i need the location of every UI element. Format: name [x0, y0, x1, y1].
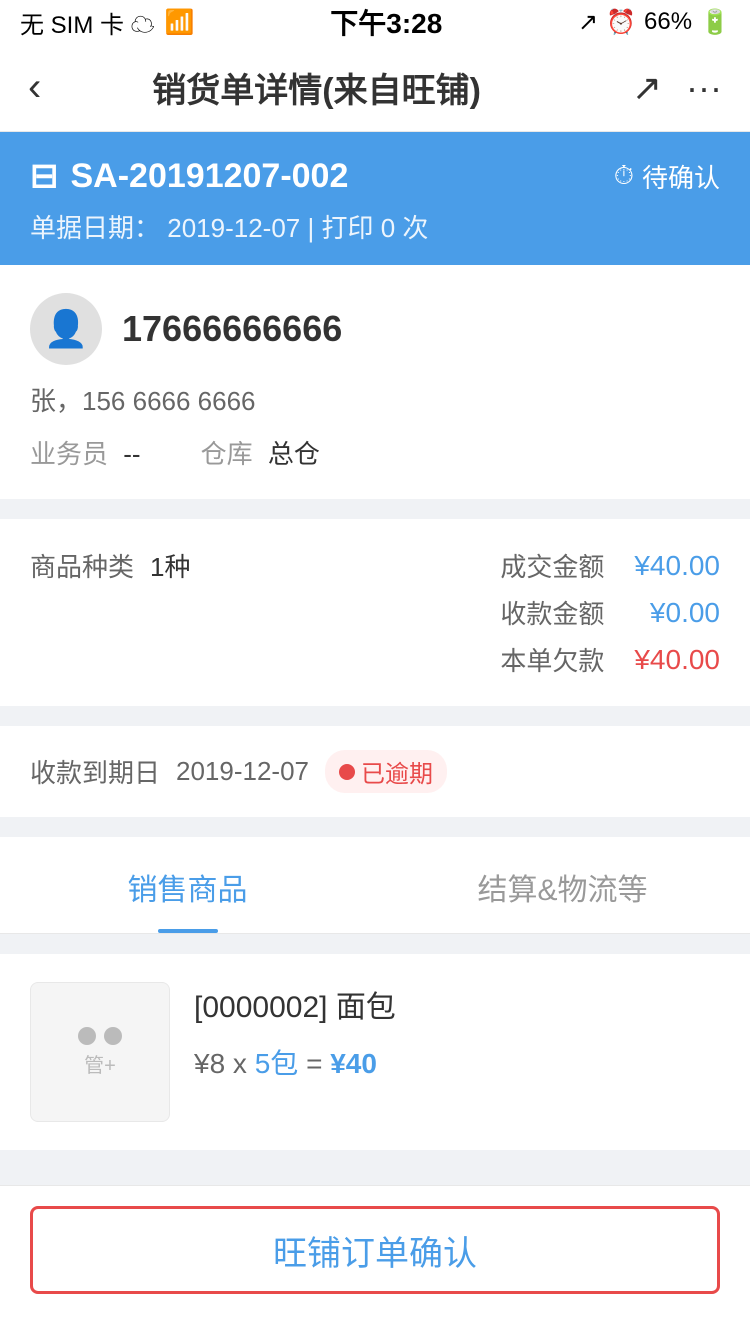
customer-sub: 张，156 6666 6666	[30, 381, 720, 418]
received-value: ¥0.00	[650, 597, 720, 629]
product-qty: 5包	[255, 1048, 299, 1079]
status-bar-right: ↗ ⏰ 66% 🔋	[578, 8, 730, 37]
salesman-item: 业务员 --	[30, 434, 141, 471]
product-thumbnail: 管+	[30, 982, 170, 1122]
battery-label: 66%	[644, 8, 692, 36]
product-price: ¥8 x 5包 = ¥40	[194, 1042, 720, 1082]
summary-section: 商品种类 1种 成交金额 ¥40.00 收款金额 ¥0.00 本单欠款 ¥40.…	[0, 519, 750, 706]
order-date: 单据日期： 2019-12-07 | 打印 0 次	[30, 208, 720, 245]
overdue-badge: 已逾期	[325, 750, 447, 793]
owl-plus-icon: 管+	[84, 1049, 116, 1078]
due-date-label: 收款到期日	[30, 753, 160, 790]
tab-settlement[interactable]: 结算&物流等	[375, 837, 750, 933]
share-button[interactable]: ↗	[632, 67, 662, 109]
salesman-value: --	[123, 439, 140, 469]
owl-logo: 管+	[78, 1027, 122, 1078]
owed-row: 本单欠款 ¥40.00	[500, 641, 720, 678]
tab-sales-label: 销售商品	[128, 874, 248, 907]
product-type-label: 商品种类	[30, 547, 134, 584]
product-name-text: 面包	[336, 991, 396, 1024]
received-label: 收款金额	[500, 594, 604, 631]
salesman-label: 业务员	[30, 439, 108, 469]
order-id-text: SA-20191207-002	[71, 157, 349, 196]
product-name: [0000002] 面包	[194, 982, 720, 1026]
customer-phone: 17666666666	[122, 308, 342, 350]
status-bar-time: 下午3:28	[330, 2, 442, 42]
order-status: ⏱ 待确认	[614, 158, 720, 195]
amount-value: ¥40.00	[634, 550, 720, 582]
product-code: [0000002]	[194, 991, 327, 1024]
no-sim-label: 无 SIM 卡 ☁	[20, 5, 155, 40]
warehouse-item: 仓库 总仓	[201, 434, 320, 471]
due-date-value: 2019-12-07	[176, 756, 309, 787]
owl-eye-left	[78, 1027, 96, 1045]
wifi-icon: 📶	[165, 8, 195, 37]
order-header: ⊟ SA-20191207-002 ⏱ 待确认 单据日期： 2019-12-07…	[0, 132, 750, 265]
battery-icon: 🔋	[700, 8, 730, 37]
tabs-header: 销售商品 结算&物流等	[0, 837, 750, 934]
overdue-text: 已逾期	[361, 754, 433, 789]
price-label: ¥8 x	[194, 1048, 255, 1079]
customer-details-row: 业务员 -- 仓库 总仓	[30, 434, 720, 471]
order-id: ⊟ SA-20191207-002	[30, 156, 348, 196]
avatar-icon: 👤	[44, 308, 89, 350]
customer-section: 👤 17666666666 张，156 6666 6666 业务员 -- 仓库 …	[0, 265, 750, 499]
amount-row: 成交金额 ¥40.00	[500, 547, 720, 584]
equal-sign: =	[306, 1048, 330, 1079]
due-section: 收款到期日 2019-12-07 已逾期	[0, 726, 750, 817]
alarm-icon: ⏰	[606, 8, 636, 37]
product-item: 管+ [0000002] 面包 ¥8 x 5包 = ¥40	[0, 954, 750, 1150]
tab-settlement-label: 结算&物流等	[477, 874, 647, 907]
order-icon: ⊟	[30, 156, 59, 196]
product-total: ¥40	[330, 1048, 377, 1079]
amount-info: 成交金额 ¥40.00 收款金额 ¥0.00 本单欠款 ¥40.00	[500, 547, 720, 678]
product-info: [0000002] 面包 ¥8 x 5包 = ¥40	[194, 982, 720, 1082]
confirm-btn-label: 旺铺订单确认	[273, 1226, 477, 1275]
owed-value: ¥40.00	[634, 644, 720, 676]
nav-actions: ↗ ···	[632, 67, 722, 109]
warehouse-value: 总仓	[268, 439, 320, 469]
status-bar: 无 SIM 卡 ☁ 📶 下午3:28 ↗ ⏰ 66% 🔋	[0, 0, 750, 44]
warehouse-label: 仓库	[201, 439, 253, 469]
status-clock-icon: ⏱	[614, 160, 634, 192]
status-text: 待确认	[642, 158, 720, 195]
owl-eye-right	[104, 1027, 122, 1045]
confirm-bar: 旺铺订单确认	[0, 1185, 750, 1334]
tab-sales-product[interactable]: 销售商品	[0, 837, 375, 933]
page-title: 销货单详情(来自旺铺)	[1, 63, 632, 112]
product-type-info: 商品种类 1种	[30, 547, 190, 584]
owed-label: 本单欠款	[500, 641, 604, 678]
nav-bar: ‹ 销货单详情(来自旺铺) ↗ ···	[0, 44, 750, 132]
product-type-value: 1种	[150, 547, 190, 584]
received-row: 收款金额 ¥0.00	[500, 594, 720, 631]
tabs-section: 销售商品 结算&物流等	[0, 837, 750, 934]
amount-label: 成交金额	[500, 547, 604, 584]
confirm-order-button[interactable]: 旺铺订单确认	[30, 1206, 720, 1294]
more-button[interactable]: ···	[686, 67, 722, 109]
location-icon: ↗	[578, 8, 598, 37]
avatar: 👤	[30, 293, 102, 365]
overdue-dot-icon	[339, 764, 355, 780]
status-bar-left: 无 SIM 卡 ☁ 📶	[20, 5, 195, 40]
